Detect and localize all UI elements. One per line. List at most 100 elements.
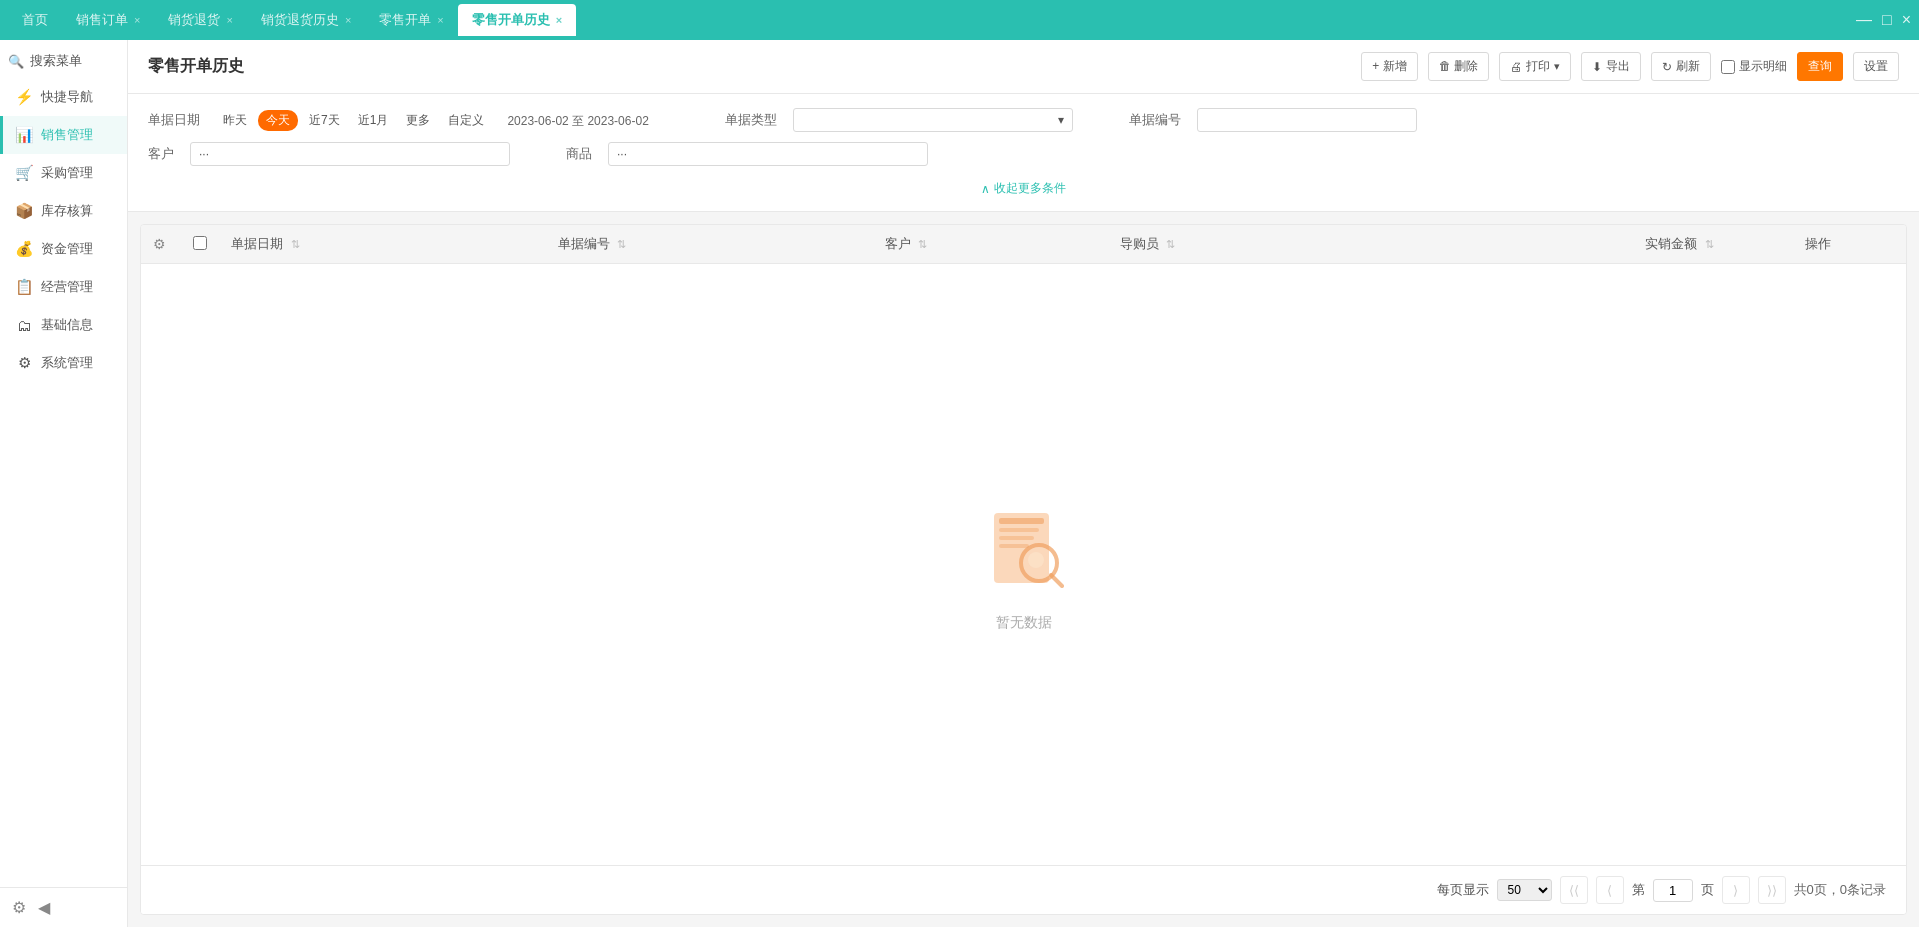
tab-retail-history[interactable]: 零售开单历史 × (458, 4, 576, 36)
sidebar-collapse-button[interactable]: ◀ (38, 898, 50, 917)
sort-customer-icon[interactable]: ⇅ (918, 238, 927, 250)
tab-sales-order[interactable]: 销售订单 × (62, 4, 154, 36)
page-size-select[interactable]: 50 20 100 200 (1497, 879, 1552, 901)
shortcut-7days[interactable]: 近7天 (302, 110, 347, 131)
close-tab-sales-order[interactable]: × (134, 14, 140, 26)
product-select[interactable]: ··· (608, 142, 928, 166)
purchase-mgmt-icon: 🛒 (15, 164, 33, 182)
filter-row-2: 客户 ··· 商品 ··· (148, 142, 1899, 166)
sidebar-item-system[interactable]: ⚙ 系统管理 (0, 344, 127, 382)
export-icon: ⬇ (1592, 60, 1602, 74)
sidebar-search[interactable]: 🔍 搜索菜单 (0, 40, 127, 78)
sidebar-item-inventory[interactable]: 📦 库存核算 (0, 192, 127, 230)
page-header: 零售开单历史 + 新增 🗑 删除 🖨 🖨 打印 打印 ▾ ⬇ 导出 ↻ 刷新 (128, 40, 1919, 94)
next-page-button[interactable]: ⟩ (1722, 876, 1750, 904)
customer-select[interactable]: ··· (190, 142, 510, 166)
settings-button[interactable]: 设置 (1853, 52, 1899, 81)
delete-button[interactable]: 🗑 删除 (1428, 52, 1489, 81)
date-shortcuts: 昨天 今天 近7天 近1月 更多 自定义 (216, 110, 491, 131)
per-page-label: 每页显示 (1437, 881, 1489, 899)
date-range-display: 2023-06-02 至 2023-06-02 (507, 113, 648, 130)
col-amount: 实销金额 ⇅ (1389, 225, 1730, 264)
svg-line-6 (1051, 575, 1062, 586)
col-salesperson: 导购员 ⇅ (1108, 225, 1389, 264)
customer-value: ··· (199, 147, 209, 161)
print-button[interactable]: 🖨 🖨 打印 打印 ▾ (1499, 52, 1571, 81)
date-label: 单据日期 (148, 111, 200, 129)
print-icon: 🖨 (1510, 60, 1522, 74)
sidebar-item-quick-nav[interactable]: ⚡ 快捷导航 (0, 78, 127, 116)
shortcut-yesterday[interactable]: 昨天 (216, 110, 254, 131)
page-label-pre: 第 (1632, 881, 1645, 899)
display-detail-checkbox[interactable] (1721, 60, 1735, 74)
sidebar-item-finance[interactable]: 💰 资金管理 (0, 230, 127, 268)
sidebar-item-operations[interactable]: 📋 经营管理 (0, 268, 127, 306)
svg-rect-4 (999, 544, 1029, 548)
query-button[interactable]: 查询 (1797, 52, 1843, 81)
bill-type-select[interactable]: ▾ (793, 108, 1073, 132)
window-minimize-icon[interactable]: — (1856, 11, 1872, 29)
collapse-button[interactable]: ∧ 收起更多条件 (981, 176, 1066, 201)
filter-row-1: 单据日期 昨天 今天 近7天 近1月 更多 自定义 2023-06-02 至 2… (148, 108, 1899, 132)
last-page-button[interactable]: ⟩⟩ (1758, 876, 1786, 904)
sidebar-bottom: ⚙ ◀ (0, 887, 127, 927)
search-icon: 🔍 (8, 54, 24, 69)
sidebar-nav: ⚡ 快捷导航 📊 销售管理 🛒 采购管理 📦 库存核算 💰 资金管理 📋 (0, 78, 127, 887)
sidebar-item-sales-mgmt[interactable]: 📊 销售管理 (0, 116, 127, 154)
page-number-input[interactable] (1653, 879, 1693, 902)
sidebar-item-purchase-mgmt[interactable]: 🛒 采购管理 (0, 154, 127, 192)
sidebar-settings-button[interactable]: ⚙ (12, 898, 26, 917)
col-action: 操作 (1730, 225, 1906, 264)
empty-state: 暂无数据 (141, 264, 1906, 865)
tab-sales-return-history[interactable]: 销货退货历史 × (247, 4, 365, 36)
tab-home[interactable]: 首页 (8, 4, 62, 36)
close-tab-sales-return-history[interactable]: × (345, 14, 351, 26)
export-button[interactable]: ⬇ 导出 (1581, 52, 1641, 81)
empty-text: 暂无数据 (996, 614, 1052, 632)
col-customer: 客户 ⇅ (873, 225, 1108, 264)
sort-salesperson-icon[interactable]: ⇅ (1166, 238, 1175, 250)
tab-sales-return[interactable]: 销货退货 × (154, 4, 246, 36)
first-page-button[interactable]: ⟨⟨ (1560, 876, 1588, 904)
refresh-button[interactable]: ↻ 刷新 (1651, 52, 1711, 81)
data-table: ⚙ 单据日期 ⇅ 单据编号 (141, 225, 1906, 264)
empty-illustration (974, 498, 1074, 598)
main-layout: 🔍 搜索菜单 ⚡ 快捷导航 📊 销售管理 🛒 采购管理 📦 库存核算 💰 (0, 40, 1919, 927)
svg-rect-1 (999, 518, 1044, 524)
tab-bar: 首页 销售订单 × 销货退货 × 销货退货历史 × 零售开单 × 零售开单历史 … (0, 0, 1919, 40)
close-tab-retail-order[interactable]: × (437, 14, 443, 26)
shortcut-1month[interactable]: 近1月 (351, 110, 396, 131)
bill-type-dropdown-icon: ▾ (1058, 113, 1064, 127)
bill-no-input[interactable] (1197, 108, 1417, 132)
add-button[interactable]: + 新增 (1361, 52, 1417, 81)
window-close-icon[interactable]: × (1902, 11, 1911, 29)
sort-no-icon[interactable]: ⇅ (617, 238, 626, 250)
finance-icon: 💰 (15, 240, 33, 258)
window-restore-icon[interactable]: □ (1882, 11, 1892, 29)
sort-amount-icon[interactable]: ⇅ (1705, 238, 1714, 250)
display-detail-toggle[interactable]: 显示明细 (1721, 58, 1787, 75)
sort-date-icon[interactable]: ⇅ (291, 238, 300, 250)
sidebar: 🔍 搜索菜单 ⚡ 快捷导航 📊 销售管理 🛒 采购管理 📦 库存核算 💰 (0, 40, 128, 927)
svg-point-7 (1028, 552, 1044, 568)
customer-label: 客户 (148, 145, 174, 163)
table-container: ⚙ 单据日期 ⇅ 单据编号 (140, 224, 1907, 915)
content-area: 零售开单历史 + 新增 🗑 删除 🖨 🖨 打印 打印 ▾ ⬇ 导出 ↻ 刷新 (128, 40, 1919, 927)
select-all-checkbox[interactable] (193, 236, 207, 250)
system-icon: ⚙ (15, 354, 33, 372)
tab-retail-order[interactable]: 零售开单 × (365, 4, 457, 36)
prev-page-button[interactable]: ⟨ (1596, 876, 1624, 904)
product-label: 商品 (566, 145, 592, 163)
print-dropdown-icon[interactable]: ▾ (1554, 60, 1560, 73)
sidebar-item-basic-info[interactable]: 🗂 基础信息 (0, 306, 127, 344)
refresh-icon: ↻ (1662, 60, 1672, 74)
shortcut-custom[interactable]: 自定义 (441, 110, 491, 131)
column-settings-icon[interactable]: ⚙ (153, 236, 166, 252)
close-tab-retail-history[interactable]: × (556, 14, 562, 26)
close-tab-sales-return[interactable]: × (226, 14, 232, 26)
header-actions: + 新增 🗑 删除 🖨 🖨 打印 打印 ▾ ⬇ 导出 ↻ 刷新 (1361, 52, 1899, 81)
shortcut-more[interactable]: 更多 (399, 110, 437, 131)
bill-no-label: 单据编号 (1129, 111, 1181, 129)
shortcut-today[interactable]: 今天 (258, 110, 298, 131)
table-area: ⚙ 单据日期 ⇅ 单据编号 (128, 212, 1919, 927)
